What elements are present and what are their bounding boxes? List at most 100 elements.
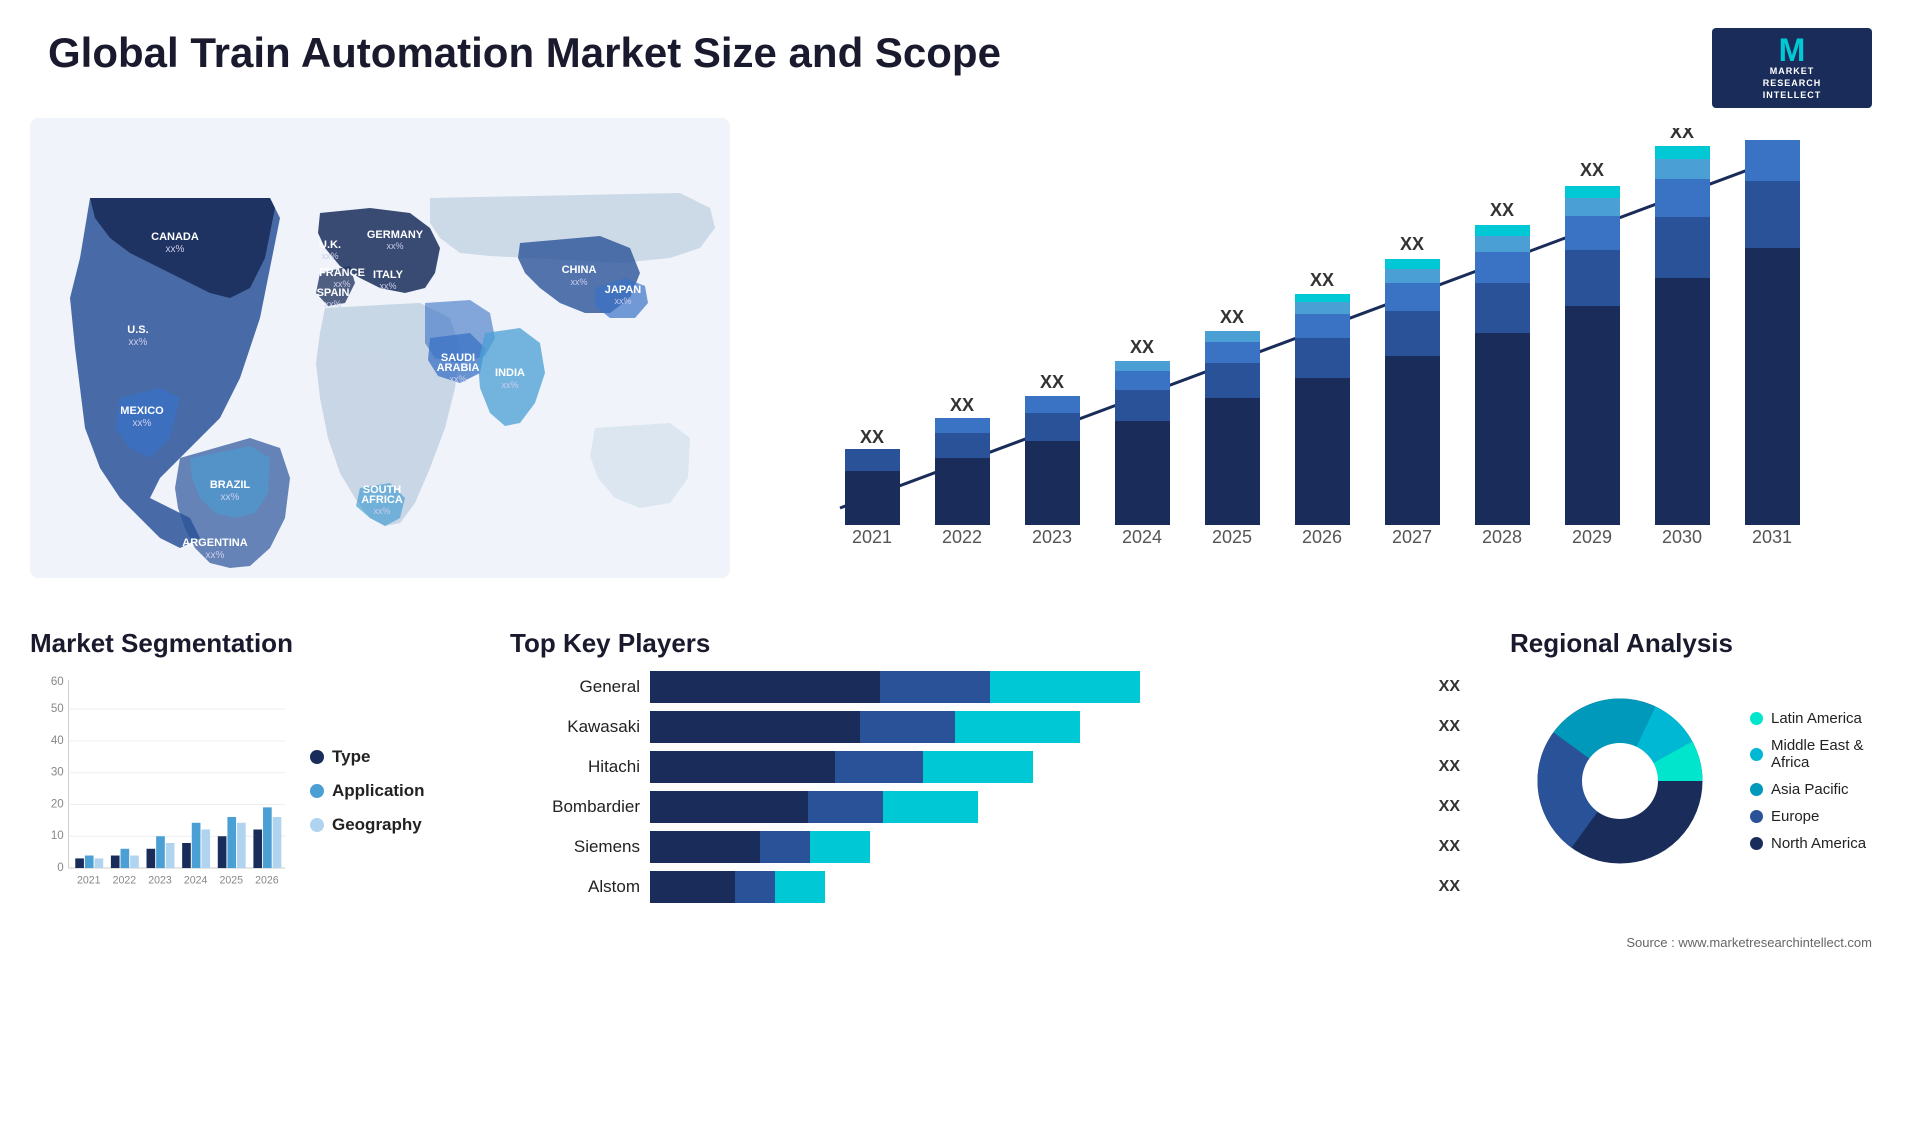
svg-text:XX: XX [950,395,974,415]
player-xx-hitachi: XX [1439,758,1460,776]
svg-text:xx%: xx% [570,277,587,287]
svg-text:60: 60 [51,676,64,688]
reg-legend-asia-pacific: Asia Pacific [1750,781,1890,798]
regional-section: Regional Analysis [1510,628,1890,891]
player-bar-bg-alstom [650,871,1423,903]
player-name-hitachi: Hitachi [510,757,640,777]
reg-legend-europe: Europe [1750,808,1890,825]
source-text: Source : www.marketresearchintellect.com [0,931,1920,958]
legend-item-type: Type [310,747,425,767]
svg-text:MEXICO: MEXICO [120,405,164,417]
svg-text:XX: XX [1490,200,1514,220]
player-row-hitachi: Hitachi XX [510,751,1460,783]
player-xx-siemens: XX [1439,838,1460,856]
players-section: Top Key Players General XX Kawasaki [490,628,1480,903]
reg-label-europe: Europe [1771,808,1819,825]
player-bar-bg-hitachi [650,751,1423,783]
svg-text:2024: 2024 [184,874,208,886]
page-header: Global Train Automation Market Size and … [0,0,1920,118]
svg-text:2023: 2023 [148,874,172,886]
player-name-kawasaki: Kawasaki [510,717,640,737]
svg-text:xx%: xx% [166,244,185,255]
legend-label-application: Application [332,781,425,801]
svg-text:xx%: xx% [386,241,403,251]
reg-label-north-america: North America [1771,835,1866,852]
regional-title: Regional Analysis [1510,628,1890,659]
svg-text:XX: XX [1130,337,1154,357]
svg-text:2023: 2023 [1032,527,1072,547]
players-list: General XX Kawasaki [510,671,1460,903]
segmentation-title: Market Segmentation [30,628,460,659]
bar-chart-container: XX XX XX XX XX [750,118,1890,608]
reg-label-latin-america: Latin America [1771,710,1862,727]
legend-item-application: Application [310,781,425,801]
svg-text:2022: 2022 [942,527,982,547]
segmentation-section: Market Segmentation 0 10 20 30 40 50 60 [30,628,460,911]
svg-text:30: 30 [51,767,64,779]
svg-text:CHINA: CHINA [562,264,597,276]
player-bar-bg-bombardier [650,791,1423,823]
svg-text:XX: XX [860,427,884,447]
svg-text:ARGENTINA: ARGENTINA [182,537,247,549]
svg-text:2024: 2024 [1122,527,1162,547]
segmentation-chart-svg: 0 10 20 30 40 50 60 [30,671,290,911]
svg-text:2026: 2026 [1302,527,1342,547]
logo-box: M MARKET RESEARCH INTELLECT [1712,28,1872,108]
world-map-svg: CANADA xx% U.S. xx% MEXICO xx% BRAZIL xx… [30,118,730,578]
svg-text:2021: 2021 [77,874,101,886]
reg-dot-asia-pacific [1750,783,1763,796]
svg-text:40: 40 [51,735,64,747]
svg-text:xx%: xx% [449,374,466,384]
reg-dot-north-america [1750,837,1763,850]
svg-text:CANADA: CANADA [151,231,199,243]
player-xx-alstom: XX [1439,878,1460,896]
svg-text:AFRICA: AFRICA [361,494,403,506]
top-section: CANADA xx% U.S. xx% MEXICO xx% BRAZIL xx… [0,118,1920,608]
svg-text:xx%: xx% [206,550,225,561]
player-row-siemens: Siemens XX [510,831,1460,863]
reg-legend-north-america: North America [1750,835,1890,852]
logo-text: MARKET RESEARCH INTELLECT [1763,66,1822,101]
player-row-kawasaki: Kawasaki XX [510,711,1460,743]
player-name-alstom: Alstom [510,877,640,897]
svg-text:xx%: xx% [373,506,390,516]
player-bar-bg-general [650,671,1423,703]
svg-text:ITALY: ITALY [373,269,404,281]
svg-text:0: 0 [57,862,63,874]
legend-label-type: Type [332,747,370,767]
reg-label-asia-pacific: Asia Pacific [1771,781,1849,798]
player-row-alstom: Alstom XX [510,871,1460,903]
svg-text:50: 50 [51,703,64,715]
svg-text:xx%: xx% [129,337,148,348]
donut-chart-svg [1510,671,1730,891]
svg-text:2031: 2031 [1752,527,1792,547]
player-bar-bg-siemens [650,831,1423,863]
player-name-bombardier: Bombardier [510,797,640,817]
svg-text:U.K.: U.K. [319,239,341,251]
legend-label-geography: Geography [332,815,422,835]
bottom-section: Market Segmentation 0 10 20 30 40 50 60 [0,608,1920,931]
legend-item-geography: Geography [310,815,425,835]
donut-hole [1582,743,1658,819]
page-title: Global Train Automation Market Size and … [48,28,1001,78]
svg-text:U.S.: U.S. [127,324,148,336]
reg-legend-latin-america: Latin America [1750,710,1890,727]
svg-text:FRANCE: FRANCE [319,267,365,279]
svg-text:XX: XX [1220,307,1244,327]
svg-text:xx%: xx% [614,296,631,306]
svg-text:xx%: xx% [324,299,341,309]
svg-text:XX: XX [1310,270,1334,290]
svg-text:xx%: xx% [221,492,240,503]
svg-text:xx%: xx% [321,251,338,261]
player-xx-bombardier: XX [1439,798,1460,816]
reg-dot-europe [1750,810,1763,823]
reg-legend-middle-east: Middle East & Africa [1750,737,1890,771]
player-xx-general: XX [1439,678,1460,696]
logo-area: M MARKET RESEARCH INTELLECT [1712,28,1872,108]
svg-text:INDIA: INDIA [495,367,525,379]
svg-text:xx%: xx% [501,380,518,390]
players-title: Top Key Players [510,628,1460,659]
player-xx-kawasaki: XX [1439,718,1460,736]
player-name-general: General [510,677,640,697]
player-bar-bg-kawasaki [650,711,1423,743]
